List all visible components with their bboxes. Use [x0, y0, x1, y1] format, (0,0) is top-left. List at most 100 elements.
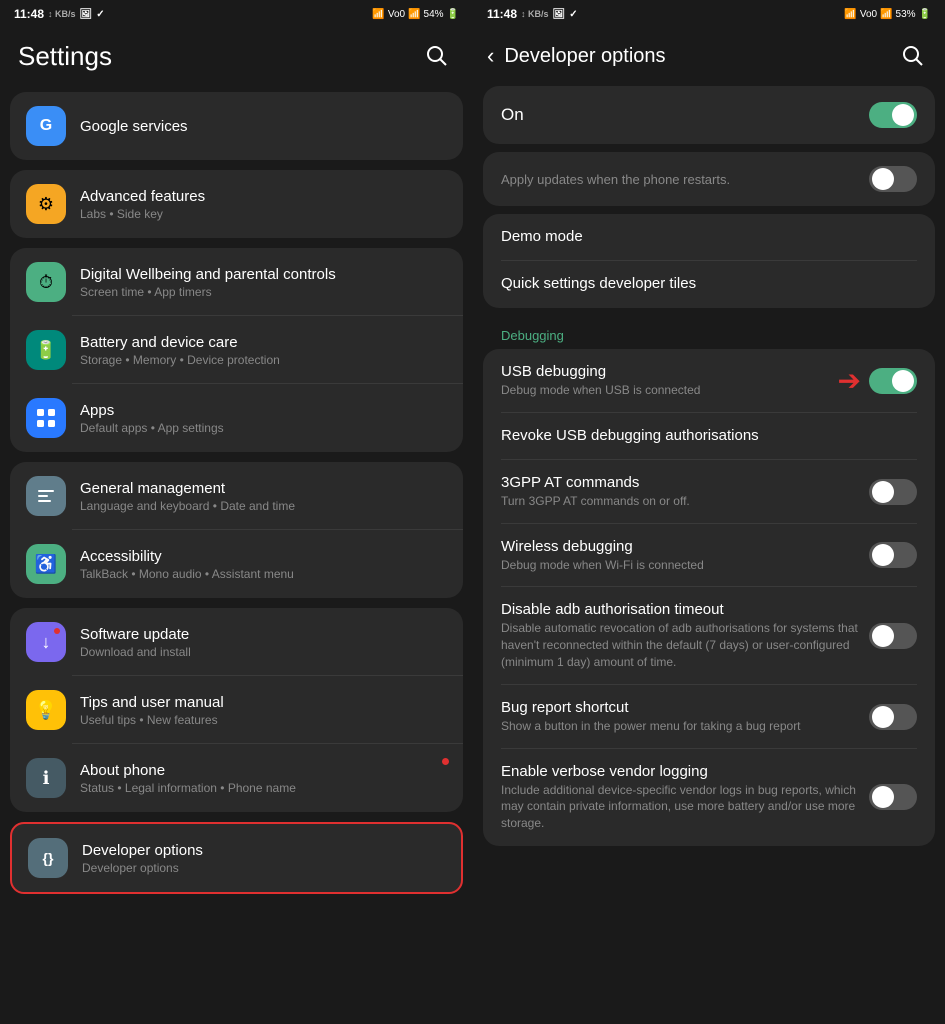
apply-updates-toggle[interactable] — [869, 166, 917, 192]
on-toggle-thumb — [892, 104, 914, 126]
on-toggle-row: On — [483, 86, 935, 144]
general-section: Demo mode Quick settings developer tiles — [483, 214, 935, 308]
general-management-text: General management Language and keyboard… — [80, 480, 447, 513]
usb-debugging-item[interactable]: USB debugging Debug mode when USB is con… — [483, 349, 935, 413]
general-management-item[interactable]: General management Language and keyboard… — [10, 462, 463, 530]
apps-icon — [26, 398, 66, 438]
tips-item[interactable]: 💡 Tips and user manual Useful tips • New… — [10, 676, 463, 744]
accessibility-item[interactable]: ♿ Accessibility TalkBack • Mono audio • … — [10, 530, 463, 598]
debugging-section-wrapper: Debugging USB debugging Debug mode when … — [483, 316, 935, 846]
apply-updates-text: Apply updates when the phone restarts. — [501, 172, 859, 187]
demo-mode-title: Demo mode — [501, 228, 917, 245]
usb-debugging-thumb — [892, 370, 914, 392]
about-phone-title: About phone — [80, 762, 447, 779]
accessibility-icon: ♿ — [26, 544, 66, 584]
left-scroll-area: G Google services ⚙ Advanced features La… — [0, 86, 473, 1024]
verbose-logging-subtitle: Include additional device-specific vendo… — [501, 782, 859, 832]
demo-mode-text: Demo mode — [501, 228, 917, 247]
3gpp-at-thumb — [872, 481, 894, 503]
apps-title: Apps — [80, 402, 447, 419]
about-phone-item[interactable]: ℹ About phone Status • Legal information… — [10, 744, 463, 812]
quick-settings-title: Quick settings developer tiles — [501, 275, 917, 292]
bug-report-text: Bug report shortcut Show a button in the… — [501, 699, 859, 735]
revoke-usb-item[interactable]: Revoke USB debugging authorisations — [483, 413, 935, 460]
apply-updates-thumb — [872, 168, 894, 190]
3gpp-at-item[interactable]: 3GPP AT commands Turn 3GPP AT commands o… — [483, 460, 935, 524]
quick-settings-item[interactable]: Quick settings developer tiles — [483, 261, 935, 308]
about-phone-icon: ℹ — [26, 758, 66, 798]
wireless-debugging-text: Wireless debugging Debug mode when Wi-Fi… — [501, 538, 859, 574]
right-header: ‹ Developer options — [473, 28, 945, 86]
google-services-item[interactable]: G Google services — [10, 92, 463, 160]
developer-options-text: Developer options Developer options — [82, 842, 445, 875]
left-panel-title: Settings — [18, 41, 112, 72]
right-panel-title: Developer options — [504, 45, 895, 68]
verbose-logging-item[interactable]: Enable verbose vendor logging Include ad… — [483, 749, 935, 846]
developer-options-icon: {} — [28, 838, 68, 878]
right-status-icons: 📶 Vo0 📶 53% 🔋 — [844, 9, 931, 20]
3gpp-at-toggle[interactable] — [869, 479, 917, 505]
3gpp-at-text: 3GPP AT commands Turn 3GPP AT commands o… — [501, 474, 859, 510]
apps-item[interactable]: Apps Default apps • App settings — [10, 384, 463, 452]
battery-care-item[interactable]: 🔋 Battery and device care Storage • Memo… — [10, 316, 463, 384]
general-management-title: General management — [80, 480, 447, 497]
tips-subtitle: Useful tips • New features — [80, 713, 447, 727]
battery-care-title: Battery and device care — [80, 334, 447, 351]
advanced-features-title: Advanced features — [80, 188, 447, 205]
apps-subtitle: Default apps • App settings — [80, 421, 447, 435]
demo-mode-item[interactable]: Demo mode — [483, 214, 935, 261]
wireless-debugging-item[interactable]: Wireless debugging Debug mode when Wi-Fi… — [483, 524, 935, 588]
software-update-notif — [54, 628, 60, 634]
bug-report-toggle[interactable] — [869, 704, 917, 730]
disable-adb-toggle[interactable] — [869, 623, 917, 649]
developer-options-item[interactable]: {} Developer options Developer options — [10, 822, 463, 894]
accessibility-subtitle: TalkBack • Mono audio • Assistant menu — [80, 567, 447, 581]
usb-debugging-title: USB debugging — [501, 363, 838, 380]
disable-adb-subtitle: Disable automatic revocation of adb auth… — [501, 620, 859, 670]
advanced-features-text: Advanced features Labs • Side key — [80, 188, 447, 221]
software-update-text: Software update Download and install — [80, 626, 447, 659]
battery-care-subtitle: Storage • Memory • Device protection — [80, 353, 447, 367]
software-update-item[interactable]: ↓ Software update Download and install — [10, 608, 463, 676]
advanced-features-item[interactable]: ⚙ Advanced features Labs • Side key — [10, 170, 463, 238]
left-search-button[interactable] — [419, 38, 455, 74]
left-panel: 11:48 ↕ KB/s 🖼 ✓ 📶 Vo0 📶 54% 🔋 Settings … — [0, 0, 473, 1024]
disable-adb-thumb — [872, 625, 894, 647]
verbose-logging-toggle[interactable] — [869, 784, 917, 810]
revoke-usb-text: Revoke USB debugging authorisations — [501, 427, 917, 446]
right-search-button[interactable] — [895, 38, 931, 74]
battery-care-icon: 🔋 — [26, 330, 66, 370]
general-management-icon — [26, 476, 66, 516]
digital-wellbeing-subtitle: Screen time • App timers — [80, 285, 447, 299]
about-phone-notif — [442, 758, 449, 765]
left-time: 11:48 ↕ KB/s 🖼 ✓ — [14, 7, 105, 21]
developer-options-title: Developer options — [82, 842, 445, 859]
digital-wellbeing-item[interactable]: ⏱ Digital Wellbeing and parental control… — [10, 248, 463, 316]
right-search-icon — [902, 45, 924, 67]
usb-debugging-text: USB debugging Debug mode when USB is con… — [501, 363, 838, 399]
3gpp-at-subtitle: Turn 3GPP AT commands on or off. — [501, 493, 859, 510]
back-button[interactable]: ‹ — [487, 43, 494, 69]
wireless-debugging-title: Wireless debugging — [501, 538, 859, 555]
debugging-section-label: Debugging — [483, 316, 935, 349]
general-management-subtitle: Language and keyboard • Date and time — [80, 499, 447, 513]
revoke-usb-title: Revoke USB debugging authorisations — [501, 427, 917, 444]
on-label: On — [501, 105, 524, 125]
right-time: 11:48 ↕ KB/s 🖼 ✓ — [487, 7, 578, 21]
verbose-logging-text: Enable verbose vendor logging Include ad… — [501, 763, 859, 832]
apply-updates-row: Apply updates when the phone restarts. — [483, 152, 935, 206]
management-group: General management Language and keyboard… — [10, 462, 463, 598]
on-toggle[interactable] — [869, 102, 917, 128]
about-phone-subtitle: Status • Legal information • Phone name — [80, 781, 447, 795]
wireless-debugging-toggle[interactable] — [869, 542, 917, 568]
misc-group: ↓ Software update Download and install 💡… — [10, 608, 463, 812]
search-icon — [426, 45, 448, 67]
disable-adb-item[interactable]: Disable adb authorisation timeout Disabl… — [483, 587, 935, 684]
developer-options-subtitle: Developer options — [82, 861, 445, 875]
bug-report-item[interactable]: Bug report shortcut Show a button in the… — [483, 685, 935, 749]
verbose-logging-thumb — [872, 786, 894, 808]
bug-report-thumb — [872, 706, 894, 728]
usb-debugging-toggle[interactable] — [869, 368, 917, 394]
digital-wellbeing-text: Digital Wellbeing and parental controls … — [80, 266, 447, 299]
red-arrow-icon: ➔ — [838, 364, 861, 397]
